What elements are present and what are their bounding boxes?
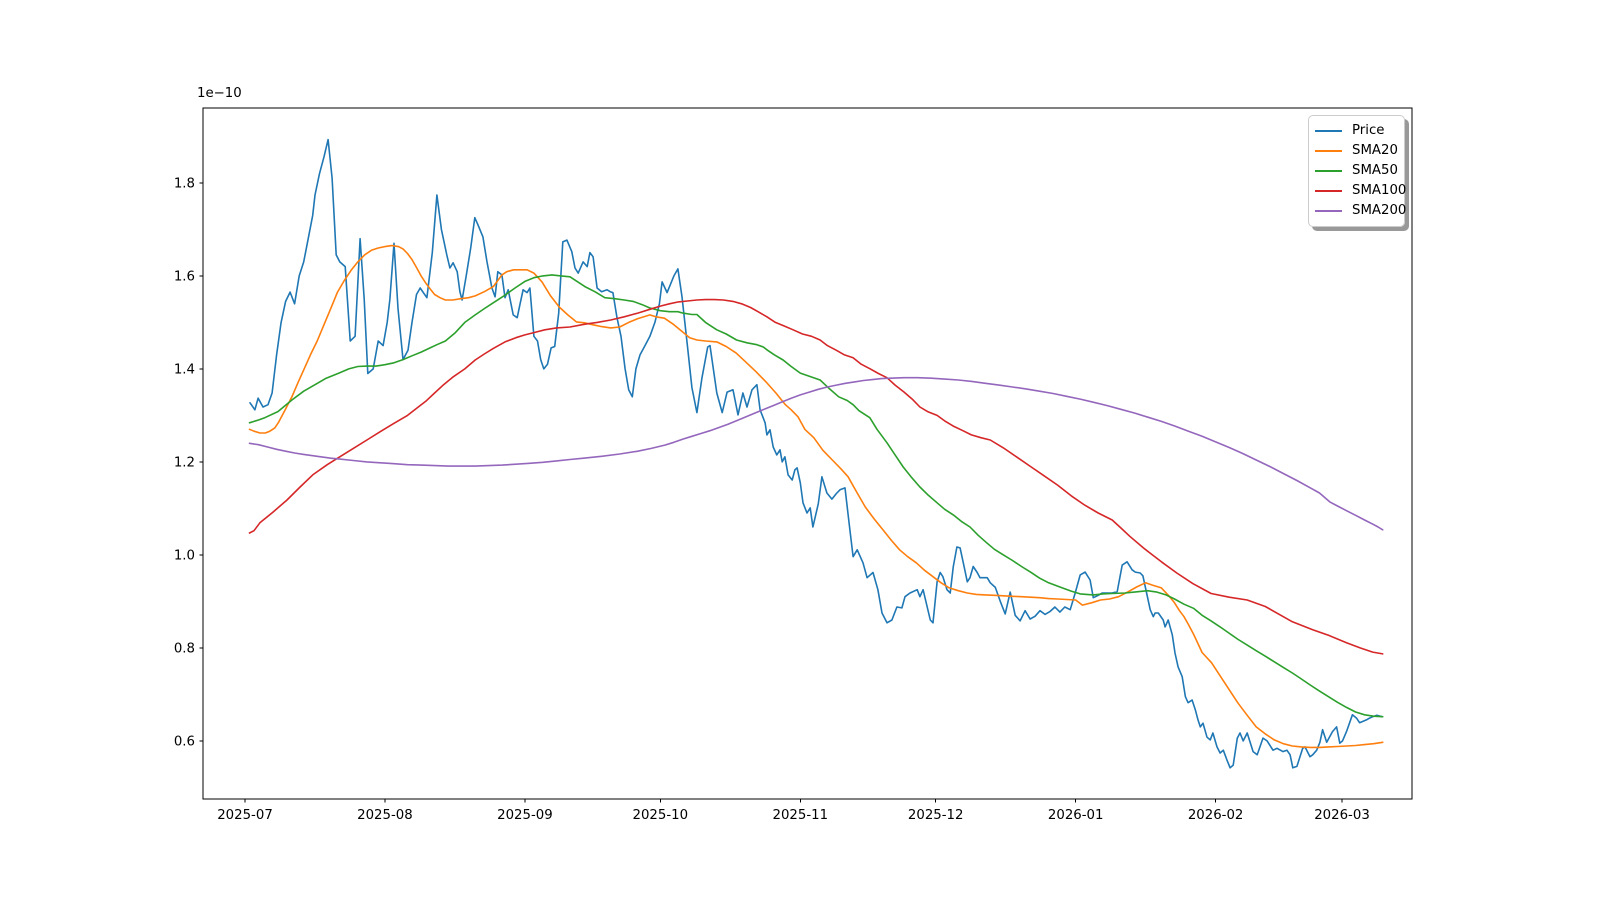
legend-line-sample (1315, 130, 1342, 132)
legend-entry: SMA100 (1315, 181, 1406, 201)
y-tick-label: 1.4 (174, 363, 195, 378)
x-tick-label: 2025-10 (633, 808, 689, 823)
plot-spines (202, 107, 1413, 800)
series-line-price (249, 138, 1383, 769)
legend-entry-label: Price (1352, 123, 1385, 139)
x-tick-label: 2025-07 (217, 808, 273, 823)
y-tick-label: 1.6 (174, 270, 195, 285)
x-tick-label: 2025-11 (773, 808, 829, 823)
x-tick-label: 2025-08 (357, 808, 413, 823)
y-tick-label: 0.6 (174, 735, 195, 750)
legend-line-sample (1315, 190, 1342, 192)
x-tick-label: 2025-12 (908, 808, 964, 823)
y-tick-label: 1.0 (174, 549, 195, 564)
legend-entry: SMA200 (1315, 201, 1406, 221)
legend-entry-label: SMA100 (1352, 183, 1407, 199)
figure-window: 2025-07 2025-08 2025-09 2025-10 2025-11 2025-… (0, 0, 1600, 900)
series-line-sma20 (248, 244, 1384, 749)
legend-line-sample (1315, 150, 1342, 152)
legend-entry-label: SMA20 (1352, 143, 1398, 159)
x-tick-label: 2026-03 (1314, 808, 1370, 823)
x-tick-label: 2026-02 (1188, 808, 1244, 823)
legend-line-sample (1315, 210, 1342, 212)
y-tick-label: 1.2 (174, 456, 195, 471)
legend-line-sample (1315, 170, 1342, 172)
legend-entry-label: SMA50 (1352, 163, 1398, 179)
legend: Price SMA20 SMA50 SMA100 SMA200 (1308, 115, 1406, 227)
series-line-sma200 (248, 376, 1384, 531)
legend-entry: SMA50 (1315, 161, 1398, 181)
series-line-sma50 (248, 274, 1384, 718)
legend-entry: Price (1315, 121, 1398, 141)
y-tick-label: 1.8 (174, 177, 195, 192)
legend-entry-label: SMA200 (1352, 203, 1407, 219)
x-tick-label: 2025-09 (497, 808, 553, 823)
x-tick-label: 2026-01 (1048, 808, 1104, 823)
y-tick-label: 0.8 (174, 642, 195, 657)
legend-entry: SMA20 (1315, 141, 1398, 161)
y-axis-offset-label: 1e−10 (197, 86, 242, 101)
